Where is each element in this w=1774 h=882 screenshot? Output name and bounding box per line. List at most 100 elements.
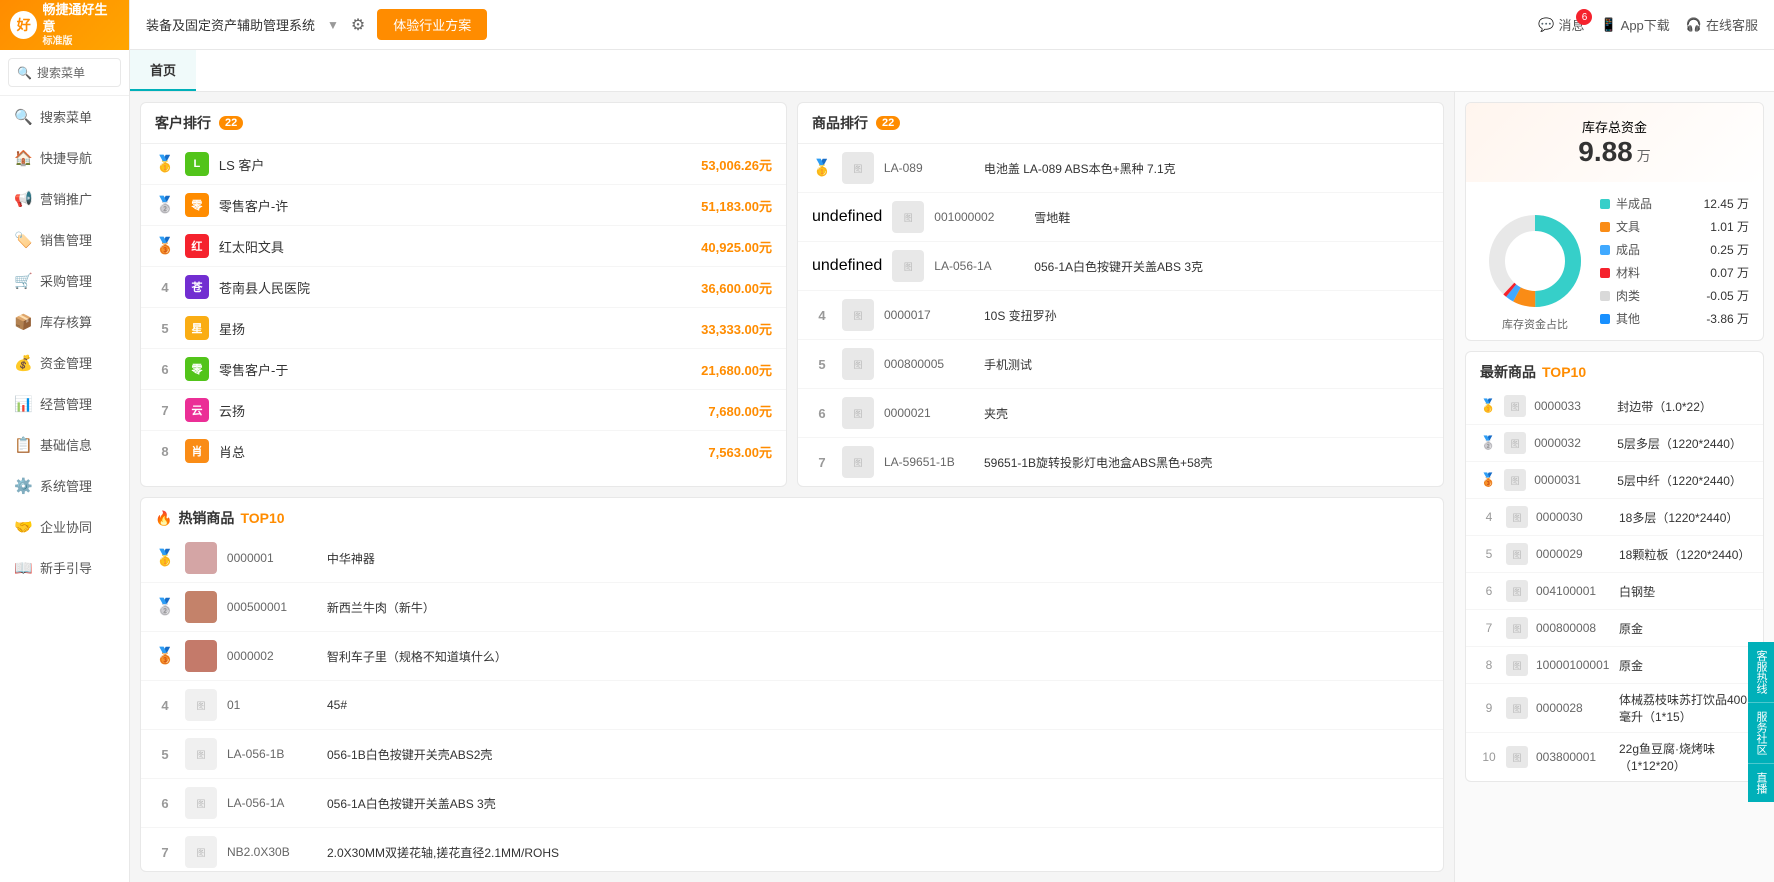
latest-thumb: 图	[1506, 746, 1528, 768]
customer-value: 7,563.00元	[708, 442, 772, 461]
latest-product-item: 🥇 图 0000033 封边带（1.0*22）	[1466, 388, 1763, 425]
medal-icon: 🥈	[155, 195, 175, 215]
sidebar-item-inventory[interactable]: 📦 库存核算	[0, 301, 129, 342]
legend-value: -3.86 万	[1706, 310, 1749, 327]
headset-icon: 🎧	[1686, 17, 1702, 33]
medal-icon: undefined	[812, 208, 882, 226]
sidebar-search-area: 🔍 搜索菜单	[0, 50, 129, 96]
sidebar-item-guide[interactable]: 📖 新手引导	[0, 547, 129, 588]
dropdown-arrow-icon[interactable]: ▼	[327, 18, 339, 32]
customer-avatar: 肖	[185, 439, 209, 463]
product-thumb: 图	[185, 738, 217, 770]
sidebar-item-sales[interactable]: 🏷️ 销售管理	[0, 219, 129, 260]
sidebar-item-basic[interactable]: 📋 基础信息	[0, 424, 129, 465]
product-name: 雪地鞋	[1034, 209, 1429, 226]
product-thumb	[185, 591, 217, 623]
sidebar-item-finance[interactable]: 💰 资金管理	[0, 342, 129, 383]
customer-name: 红太阳文具	[219, 237, 691, 256]
sidebar-item-cooperation[interactable]: 🤝 企业协同	[0, 506, 129, 547]
online-service-btn[interactable]: 🎧 在线客服	[1686, 15, 1758, 34]
customer-name: 肖总	[219, 442, 698, 461]
customer-rank-header: 客户排行 22	[141, 103, 786, 144]
latest-name: 5层中纤（1220*2440）	[1617, 472, 1749, 489]
legend-name: 半成品	[1616, 195, 1698, 212]
product-code: NB2.0X30B	[227, 845, 317, 859]
sidebar-item-quick[interactable]: 🏠 快捷导航	[0, 137, 129, 178]
rank-number: 4	[155, 698, 175, 713]
rank-number: 10	[1480, 750, 1498, 764]
latest-code: 10000100001	[1536, 658, 1611, 672]
sidebar-item-marketing[interactable]: 📢 营销推广	[0, 178, 129, 219]
product-code: 0000017	[884, 308, 974, 322]
legend-item: 文具 1.01 万	[1600, 215, 1749, 238]
tab-home[interactable]: 首页	[130, 50, 196, 91]
customer-avatar: 零	[185, 357, 209, 381]
latest-name: 5层多层（1220*2440）	[1617, 435, 1749, 452]
product-rank-list: 🥇 图 LA-089 电池盖 LA-089 ABS本色+黑种 7.1克 unde…	[798, 144, 1443, 486]
product-thumb: 图	[842, 446, 874, 478]
sidebar-item-operation[interactable]: 📊 经营管理	[0, 383, 129, 424]
gear-icon[interactable]: ⚙	[351, 15, 365, 35]
hot-product-item: 7 图 NB2.0X30B 2.0X30MM双搓花轴,搓花直径2.1MM/ROH…	[141, 828, 1443, 872]
product-thumb: 图	[185, 836, 217, 868]
float-buttons: 客服热线服务社区直播	[1748, 642, 1774, 802]
search-nav-icon: 🔍	[14, 108, 32, 126]
inventory-amount: 9.88	[1578, 136, 1633, 168]
topbar: 装备及固定资产辅助管理系统 ▼ ⚙ 体验行业方案 💬 消息 6 📱 App下载 …	[130, 0, 1774, 50]
legend-value: -0.05 万	[1706, 287, 1749, 304]
sidebar-label-system: 系统管理	[40, 476, 92, 495]
app-download-btn[interactable]: 📱 App下载	[1600, 15, 1669, 34]
rank-number: 8	[155, 444, 175, 459]
customer-rank-panel: 客户排行 22 🥇 L LS 客户 53,006.26元 🥈 零 零售客户-许 …	[140, 102, 787, 487]
hot-product-item: 🥉 0000002 智利车子里（规格不知道填什么）	[141, 632, 1443, 681]
product-code: LA-056-1A	[934, 259, 1024, 273]
float-btn-直播[interactable]: 直播	[1748, 764, 1774, 802]
legend-value: 1.01 万	[1710, 218, 1749, 235]
inventory-unit: 万	[1637, 146, 1651, 166]
sales-nav-icon: 🏷️	[14, 231, 32, 249]
legend-item: 其他 -3.86 万	[1600, 307, 1749, 330]
float-btn-客服热线[interactable]: 客服热线	[1748, 642, 1774, 703]
product-rank-panel: 商品排行 22 🥇 图 LA-089 电池盖 LA-089 ABS本色+黑种 7…	[797, 102, 1444, 487]
product-name: 手机测试	[984, 356, 1429, 373]
customer-rank-item: 8 肖 肖总 7,563.00元	[141, 431, 786, 471]
product-thumb: 图	[892, 201, 924, 233]
latest-product-item: 10 图 003800001 22g鱼豆腐·烧烤味（1*12*20）	[1466, 733, 1763, 781]
content: 客户排行 22 🥇 L LS 客户 53,006.26元 🥈 零 零售客户-许 …	[130, 92, 1774, 882]
product-code: LA-59651-1B	[884, 455, 974, 469]
sidebar-label-inventory: 库存核算	[40, 312, 92, 331]
inventory-legend: 半成品 12.45 万 文具 1.01 万 成品 0.25 万 材料 0.07 …	[1600, 192, 1749, 330]
hot-product-item: 6 图 LA-056-1A 056-1A白色按键开关盖ABS 3壳	[141, 779, 1443, 828]
product-code: 0000021	[884, 406, 974, 420]
rank-number: 7	[155, 845, 175, 860]
medal-icon: 🥇	[1480, 398, 1496, 414]
medal-icon: 🥉	[155, 646, 175, 666]
trial-button[interactable]: 体验行业方案	[377, 9, 487, 40]
legend-value: 0.07 万	[1710, 264, 1749, 281]
customer-name: 零售客户-于	[219, 360, 691, 379]
rank-section: 客户排行 22 🥇 L LS 客户 53,006.26元 🥈 零 零售客户-许 …	[140, 102, 1444, 487]
product-thumb: 图	[892, 250, 924, 282]
product-rank-item: 4 图 0000017 10S 变扭罗孙	[798, 291, 1443, 340]
product-thumb	[185, 640, 217, 672]
sidebar-item-search[interactable]: 🔍 搜索菜单	[0, 96, 129, 137]
rank-number: 5	[812, 357, 832, 372]
logo-icon: 好	[10, 11, 37, 39]
product-rank-item: undefined 图 LA-056-1A 056-1A白色按键开关盖ABS 3…	[798, 242, 1443, 291]
product-code: 01	[227, 698, 317, 712]
medal-icon: 🥇	[155, 154, 175, 174]
message-btn[interactable]: 💬 消息 6	[1538, 15, 1584, 34]
phone-icon: 📱	[1600, 17, 1616, 33]
latest-products-list: 🥇 图 0000033 封边带（1.0*22） 🥈 图 0000032 5层多层…	[1466, 388, 1763, 781]
sidebar-item-system[interactable]: ⚙️ 系统管理	[0, 465, 129, 506]
sidebar-item-purchase[interactable]: 🛒 采购管理	[0, 260, 129, 301]
system-title: 装备及固定资产辅助管理系统	[146, 15, 315, 34]
latest-product-item: 6 图 004100001 白钢垫	[1466, 573, 1763, 610]
float-btn-服务社区[interactable]: 服务社区	[1748, 703, 1774, 764]
customer-rank-item: 🥉 红 红太阳文具 40,925.00元	[141, 226, 786, 267]
logo-main: 畅捷通好生意	[42, 2, 119, 36]
search-menu-button[interactable]: 🔍 搜索菜单	[8, 58, 121, 87]
inventory-nav-icon: 📦	[14, 313, 32, 331]
customer-name: LS 客户	[219, 155, 691, 174]
product-thumb: 图	[185, 787, 217, 819]
